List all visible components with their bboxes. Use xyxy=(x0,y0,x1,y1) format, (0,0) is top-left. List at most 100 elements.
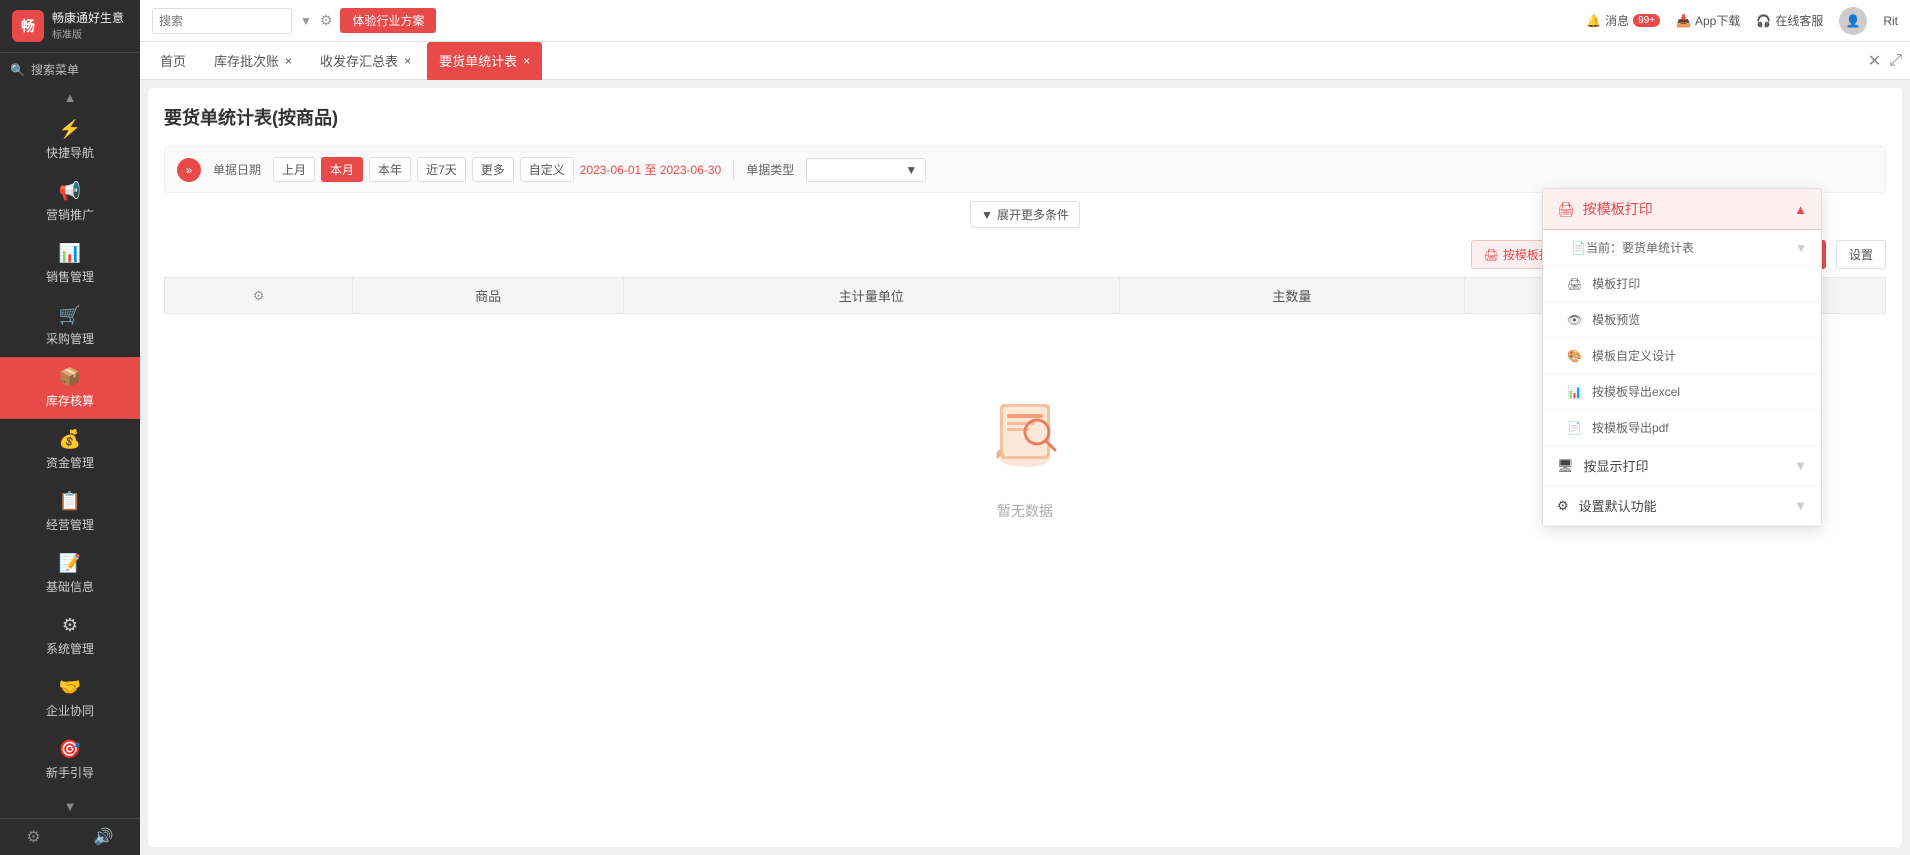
empty-icon xyxy=(975,374,1075,489)
date-btn-more[interactable]: 更多 xyxy=(472,157,514,182)
page-content: 要货单统计表(按商品) » 单据日期 上月 本月 本年 近7天 更多 自定义 2… xyxy=(148,88,1902,847)
sidebar-item-label: 销售管理 xyxy=(46,268,94,285)
sidebar-item-operations[interactable]: 📋 经营管理 xyxy=(0,481,140,543)
tab-order-stats-close[interactable]: × xyxy=(523,54,530,68)
template-print-item-label: 模板打印 xyxy=(1592,275,1640,292)
type-select-arrow: ▼ xyxy=(905,163,917,177)
experience-btn[interactable]: 体验行业方案 xyxy=(340,8,436,33)
tabbar-close-icon[interactable]: ✕ xyxy=(1868,51,1881,71)
tabbar: 首页 库存批次账 × 收发存汇总表 × 要货单统计表 × ✕ ⤢ xyxy=(140,42,1910,80)
dropdown-item-template-design[interactable]: 🎨 模板自定义设计 xyxy=(1543,338,1821,374)
marketing-icon: 📢 xyxy=(59,181,81,202)
printer-icon: 🖨 xyxy=(1484,248,1499,262)
sidebar-item-label: 企业协同 xyxy=(46,702,94,719)
dropdown-item-export-excel[interactable]: 📊 按模板导出excel xyxy=(1543,374,1821,410)
date-btn-last-month[interactable]: 上月 xyxy=(273,157,315,182)
avatar[interactable]: 👤 xyxy=(1839,7,1867,35)
template-preview-label: 模板预览 xyxy=(1592,311,1640,328)
current-template-icon: 📄 xyxy=(1571,241,1586,255)
dropdown-item-template-print[interactable]: 🖨 模板打印 xyxy=(1543,266,1821,302)
dropdown-item-display-print[interactable]: 🖥 按显示打印 ▼ xyxy=(1543,446,1821,486)
expand-conditions-btn[interactable]: ▼ 展开更多条件 xyxy=(970,201,1080,228)
inventory-icon: 📦 xyxy=(59,367,81,388)
empty-text: 暂无数据 xyxy=(997,501,1053,521)
online-service-item[interactable]: 🎧 在线客服 xyxy=(1756,12,1823,29)
template-design-icon: 🎨 xyxy=(1567,349,1582,363)
notifications-item[interactable]: 🔔 消息 99+ xyxy=(1586,12,1660,29)
type-filter-select[interactable]: ▼ xyxy=(806,158,926,182)
app-download-item[interactable]: 📥 App下载 xyxy=(1676,12,1740,29)
notifications-label: 消息 xyxy=(1605,12,1629,29)
topbar-search-input[interactable] xyxy=(152,8,292,34)
tab-inventory-batch-close[interactable]: × xyxy=(285,54,292,68)
filter-expand-button[interactable]: » xyxy=(177,158,201,182)
sidebar-item-marketing[interactable]: 📢 营销推广 xyxy=(0,171,140,233)
online-service-label: 在线客服 xyxy=(1775,12,1823,29)
tab-receipt-summary-close[interactable]: × xyxy=(404,54,411,68)
sidebar-item-label: 营销推广 xyxy=(46,206,94,223)
export-pdf-icon: 📄 xyxy=(1567,421,1582,435)
username: Rit xyxy=(1883,14,1898,28)
date-btn-this-year[interactable]: 本年 xyxy=(369,157,411,182)
newcomer-icon: 🎯 xyxy=(59,739,81,760)
dropdown-current-template[interactable]: 📄 当前：要货单统计表 ▼ xyxy=(1543,230,1821,266)
tab-order-stats[interactable]: 要货单统计表 × xyxy=(427,42,542,80)
dropdown-close-arrow[interactable]: ▲ xyxy=(1794,202,1807,217)
dropdown-item-template-preview[interactable]: 👁 模板预览 xyxy=(1543,302,1821,338)
col-settings[interactable]: ⚙ xyxy=(165,278,353,314)
sidebar-item-inventory[interactable]: 📦 库存核算 xyxy=(0,357,140,419)
sidebar-item-newcomer[interactable]: 🎯 新手引导 xyxy=(0,729,140,791)
search-menu[interactable]: 🔍 搜索菜单 xyxy=(0,53,140,86)
sidebar-item-label: 快捷导航 xyxy=(46,144,94,161)
date-btn-7days[interactable]: 近7天 xyxy=(417,157,466,182)
export-excel-icon: 📊 xyxy=(1567,385,1582,399)
dropdown-item-export-pdf[interactable]: 📄 按模板导出pdf xyxy=(1543,410,1821,446)
sidebar-item-enterprise[interactable]: 🤝 企业协同 xyxy=(0,667,140,729)
expand-icon: ▼ xyxy=(981,208,993,222)
filter-separator xyxy=(733,160,734,180)
tabbar-right: ✕ ⤢ xyxy=(1868,51,1902,71)
template-print-dropdown: 🖨 按模板打印 ▲ 📄 当前：要货单统计表 ▼ 🖨 模板打印 👁 模板预览 🎨 xyxy=(1542,188,1822,527)
finance-icon: 💰 xyxy=(59,429,81,450)
sidebar-item-system[interactable]: ⚙ 系统管理 xyxy=(0,605,140,667)
set-default-label: 设置默认功能 xyxy=(1579,496,1657,515)
search-menu-label: 搜索菜单 xyxy=(31,61,79,78)
set-default-arrow: ▼ xyxy=(1794,498,1807,513)
display-print-icon: 🖥 xyxy=(1557,458,1574,474)
topbar-gear-icon[interactable]: ⚙ xyxy=(320,12,333,29)
tab-inventory-batch[interactable]: 库存批次账 × xyxy=(202,42,304,80)
sidebar-item-label: 新手引导 xyxy=(46,764,94,781)
dropdown-item-set-default[interactable]: ⚙ 设置默认功能 ▼ xyxy=(1543,486,1821,526)
sidebar-item-label: 库存核算 xyxy=(46,392,94,409)
tab-receipt-summary-label: 收发存汇总表 xyxy=(320,51,398,70)
col-product: 商品 xyxy=(353,278,624,314)
sidebar-bottom: ⚙ 🔊 xyxy=(0,818,140,855)
settings-bottom-icon[interactable]: ⚙ xyxy=(26,827,40,847)
current-template-label: 当前：要货单统计表 xyxy=(1586,239,1694,256)
sidebar-scroll-down[interactable]: ▼ xyxy=(0,795,140,818)
date-btn-this-month[interactable]: 本月 xyxy=(321,157,363,182)
date-btn-custom[interactable]: 自定义 xyxy=(520,157,574,182)
quick-nav-icon: ⚡ xyxy=(59,119,81,140)
date-filter-group: 上月 本月 本年 近7天 更多 自定义 2023-06-01 至 2023-06… xyxy=(273,157,721,182)
sidebar-item-quick-nav[interactable]: ⚡ 快捷导航 xyxy=(0,109,140,171)
sidebar-item-purchase[interactable]: 🛒 采购管理 xyxy=(0,295,140,357)
tab-home[interactable]: 首页 xyxy=(148,42,198,80)
tab-order-stats-label: 要货单统计表 xyxy=(439,51,517,70)
main-area: ▼ ⚙ 体验行业方案 🔔 消息 99+ 📥 App下载 🎧 在线客服 👤 Rit… xyxy=(140,0,1910,855)
dropdown-printer-icon: 🖨 xyxy=(1557,201,1575,218)
topbar-dropdown-icon[interactable]: ▼ xyxy=(300,14,312,28)
sidebar-item-basic-info[interactable]: 📝 基础信息 xyxy=(0,543,140,605)
sidebar-item-label: 采购管理 xyxy=(46,330,94,347)
sidebar-item-finance[interactable]: 💰 资金管理 xyxy=(0,419,140,481)
enterprise-icon: 🤝 xyxy=(59,677,81,698)
speaker-bottom-icon[interactable]: 🔊 xyxy=(94,827,114,847)
sidebar-item-label: 基础信息 xyxy=(46,578,94,595)
sidebar-item-sales[interactable]: 📊 销售管理 xyxy=(0,233,140,295)
tabbar-expand-icon[interactable]: ⤢ xyxy=(1889,52,1902,70)
sidebar-scroll-up[interactable]: ▲ xyxy=(0,86,140,109)
tab-receipt-summary[interactable]: 收发存汇总表 × xyxy=(308,42,423,80)
table-settings-icon[interactable]: ⚙ xyxy=(253,288,265,303)
settings-btn[interactable]: 设置 xyxy=(1836,240,1886,269)
date-range-text: 2023-06-01 至 2023-06-30 xyxy=(580,161,721,178)
